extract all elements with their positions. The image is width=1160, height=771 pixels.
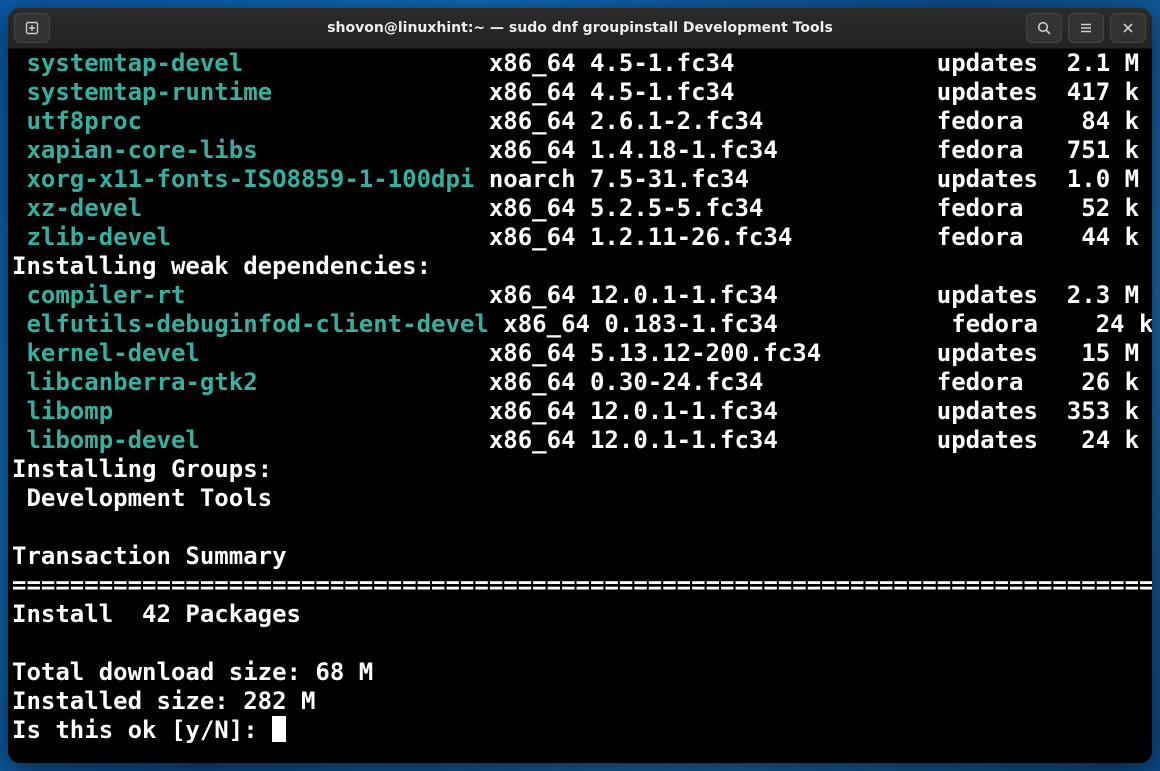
package-details: x86_64 12.0.1-1.fc34 updates 353 k: [113, 397, 1139, 425]
package-name: xz-devel: [12, 194, 142, 222]
package-details: x86_64 4.5-1.fc34 updates 417 k: [272, 78, 1139, 106]
package-name: libomp: [12, 397, 113, 425]
package-details: x86_64 4.5-1.fc34 updates 2.1 M: [243, 49, 1139, 77]
terminal-window: shovon@linuxhint:~ — sudo dnf groupinsta…: [8, 8, 1152, 763]
package-name: zlib-devel: [12, 223, 171, 251]
package-details: x86_64 12.0.1-1.fc34 updates 24 k: [200, 426, 1139, 454]
close-button[interactable]: [1110, 13, 1146, 43]
window-title: shovon@linuxhint:~ — sudo dnf groupinsta…: [8, 20, 1152, 36]
package-details: x86_64 1.2.11-26.fc34 fedora 44 k: [171, 223, 1139, 251]
package-name: libcanberra-gtk2: [12, 368, 258, 396]
package-name: xorg-x11-fonts-ISO8859-1-100dpi: [12, 165, 474, 193]
package-details: x86_64 12.0.1-1.fc34 updates 2.3 M: [185, 281, 1139, 309]
cursor: [272, 716, 286, 742]
package-details: x86_64 0.30-24.fc34 fedora 26 k: [258, 368, 1139, 396]
desktop: shovon@linuxhint:~ — sudo dnf groupinsta…: [0, 0, 1160, 771]
package-details: x86_64 5.13.12-200.fc34 updates 15 M: [200, 339, 1139, 367]
close-icon: [1121, 21, 1135, 35]
summary-header: Transaction Summary: [12, 542, 1148, 571]
terminal-output[interactable]: systemtap-devel x86_64 4.5-1.fc34 update…: [8, 49, 1152, 763]
confirm-prompt[interactable]: Is this ok [y/N]:: [12, 716, 1148, 745]
menu-button[interactable]: [1068, 13, 1104, 43]
package-name: utf8proc: [12, 107, 142, 135]
new-tab-button[interactable]: [14, 13, 50, 43]
installed-size: Installed size: 282 M: [12, 687, 1148, 716]
search-icon: [1036, 20, 1052, 36]
new-tab-icon: [24, 20, 40, 36]
package-details: x86_64 5.2.5-5.fc34 fedora 52 k: [142, 194, 1139, 222]
package-name: kernel-devel: [12, 339, 200, 367]
rule: ========================================…: [12, 571, 1148, 600]
search-button[interactable]: [1026, 13, 1062, 43]
download-size: Total download size: 68 M: [12, 658, 1148, 687]
package-details: x86_64 2.6.1-2.fc34 fedora 84 k: [142, 107, 1139, 135]
titlebar-right: [1026, 13, 1146, 43]
package-name: systemtap-devel: [12, 49, 243, 77]
package-name: xapian-core-libs: [12, 136, 258, 164]
section-header: Installing Groups:: [12, 455, 1148, 484]
install-count: Install 42 Packages: [12, 600, 1148, 629]
package-name: libomp-devel: [12, 426, 200, 454]
package-name: compiler-rt: [12, 281, 185, 309]
package-details: x86_64 0.183-1.fc34 fedora 24 k: [489, 310, 1152, 338]
titlebar: shovon@linuxhint:~ — sudo dnf groupinsta…: [8, 8, 1152, 49]
package-details: x86_64 1.4.18-1.fc34 fedora 751 k: [258, 136, 1139, 164]
section-header: Installing weak dependencies:: [12, 252, 1148, 281]
package-name: elfutils-debuginfod-client-devel: [12, 310, 489, 338]
titlebar-left: [14, 13, 50, 43]
package-name: systemtap-runtime: [12, 78, 272, 106]
group-name: Development Tools: [12, 484, 1148, 513]
package-details: noarch 7.5-31.fc34 updates 1.0 M: [474, 165, 1139, 193]
hamburger-icon: [1078, 20, 1094, 36]
